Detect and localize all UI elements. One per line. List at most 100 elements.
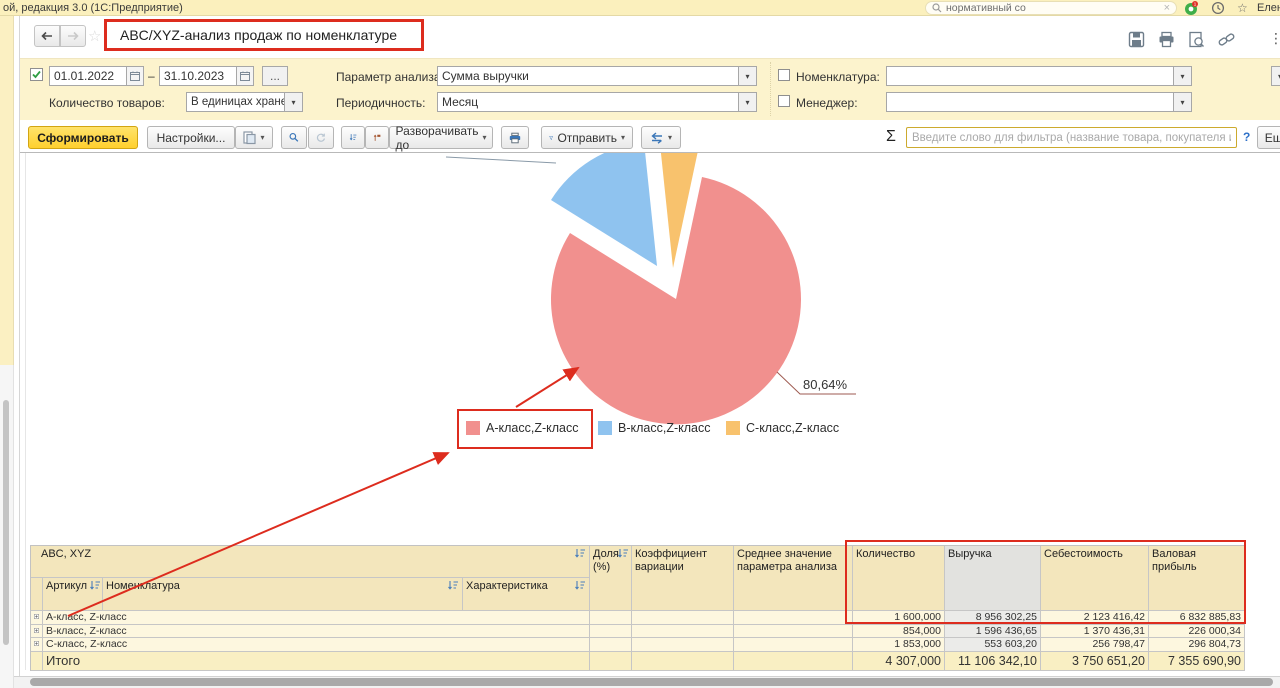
- sort-icon[interactable]: [447, 580, 459, 591]
- nomenclature-field[interactable]: [886, 66, 1174, 86]
- row-c-name[interactable]: C-класс, Z-класс: [43, 638, 590, 652]
- sort-icon[interactable]: [89, 580, 101, 591]
- horizontal-scrollbar-thumb[interactable]: [30, 678, 1273, 686]
- row-c-revenue[interactable]: 553 603,20: [945, 638, 1041, 652]
- row-c-cost[interactable]: 256 798,47: [1041, 638, 1149, 652]
- column-header-profit[interactable]: Валовая прибыль: [1149, 546, 1245, 611]
- column-header-cost[interactable]: Себестоимость: [1041, 546, 1149, 611]
- nomenclature-caret[interactable]: ▾: [1174, 66, 1192, 86]
- row-b-qty[interactable]: 854,000: [853, 624, 945, 638]
- expand-row-button[interactable]: [31, 638, 43, 652]
- row-a-coeff[interactable]: [632, 611, 734, 625]
- row-b-name[interactable]: B-класс, Z-класс: [43, 624, 590, 638]
- row-b-profit[interactable]: 226 000,34: [1149, 624, 1245, 638]
- column-header-abc-xyz[interactable]: ABC, XYZ: [31, 546, 590, 578]
- vertical-scrollbar-thumb[interactable]: [3, 400, 9, 645]
- app-notification-icon[interactable]: 1: [1184, 1, 1198, 15]
- periodicity-select[interactable]: Месяц: [437, 92, 739, 112]
- link-icon[interactable]: [1218, 31, 1235, 48]
- search-input-value[interactable]: нормативный со: [946, 2, 1164, 14]
- row-a-profit[interactable]: 6 832 885,83: [1149, 611, 1245, 625]
- favorites-star-icon[interactable]: ☆: [1237, 1, 1251, 15]
- date-to-field[interactable]: 31.10.2023: [159, 66, 237, 86]
- settings-button[interactable]: Настройки...: [147, 126, 235, 149]
- print-icon[interactable]: [1158, 31, 1175, 48]
- collapse-groups-button[interactable]: [341, 126, 365, 149]
- legend-item-b-class[interactable]: B-класс,Z-класс: [598, 421, 710, 435]
- total-label[interactable]: Итого: [43, 651, 590, 671]
- sort-icon[interactable]: [617, 548, 629, 559]
- global-search-box[interactable]: нормативный со ×: [925, 1, 1177, 15]
- expand-to-button[interactable]: Разворачивать до ▾: [389, 124, 493, 152]
- forward-button[interactable]: [60, 25, 86, 47]
- period-checkbox[interactable]: [30, 68, 43, 81]
- row-c-qty[interactable]: 1 853,000: [853, 638, 945, 652]
- row-a-cost[interactable]: 2 123 416,42: [1041, 611, 1149, 625]
- row-a-avg[interactable]: [734, 611, 853, 625]
- row-a-qty[interactable]: 1 600,000: [853, 611, 945, 625]
- quantity-units-caret[interactable]: ▾: [285, 92, 303, 112]
- column-header-nomenclature[interactable]: Номенклатура: [103, 578, 463, 611]
- save-icon[interactable]: [1128, 31, 1145, 48]
- row-a-name[interactable]: A-класс, Z-класс: [43, 611, 590, 625]
- date-from-calendar-button[interactable]: [127, 66, 144, 86]
- expand-groups-button[interactable]: [365, 126, 389, 149]
- expand-row-button[interactable]: [31, 624, 43, 638]
- more-menu-kebab-icon[interactable]: ⋮: [1269, 30, 1280, 47]
- total-qty[interactable]: 4 307,000: [853, 651, 945, 671]
- total-revenue[interactable]: 11 106 342,10: [945, 651, 1041, 671]
- row-a-revenue[interactable]: 8 956 302,25: [945, 611, 1041, 625]
- manager-caret[interactable]: ▾: [1174, 92, 1192, 112]
- row-b-share[interactable]: [590, 624, 632, 638]
- clear-search-icon[interactable]: ×: [1164, 2, 1170, 14]
- legend-item-a-class[interactable]: A-класс,Z-класс: [466, 421, 578, 435]
- history-icon[interactable]: [1211, 1, 1225, 15]
- sort-icon[interactable]: [574, 580, 586, 591]
- report-variants-button[interactable]: ▾: [235, 126, 273, 149]
- column-header-revenue[interactable]: Выручка: [945, 546, 1041, 611]
- row-a-share[interactable]: [590, 611, 632, 625]
- back-button[interactable]: [34, 25, 60, 47]
- preview-icon[interactable]: [1188, 31, 1205, 48]
- send-button[interactable]: Отправить ▾: [541, 126, 633, 149]
- more-button[interactable]: Ещё: [1257, 126, 1280, 149]
- row-c-coeff[interactable]: [632, 638, 734, 652]
- total-avg[interactable]: [734, 651, 853, 671]
- exchange-button[interactable]: ▾: [641, 126, 681, 149]
- row-b-revenue[interactable]: 1 596 436,65: [945, 624, 1041, 638]
- edge-cut-caret-button[interactable]: ▾: [1271, 66, 1280, 86]
- row-c-share[interactable]: [590, 638, 632, 652]
- nomenclature-checkbox[interactable]: [778, 69, 790, 81]
- periodicity-caret[interactable]: ▾: [739, 92, 757, 112]
- column-header-characteristic[interactable]: Характеристика: [463, 578, 590, 611]
- period-variants-button[interactable]: ...: [262, 66, 288, 86]
- quick-filter-input[interactable]: [906, 127, 1237, 148]
- generate-button[interactable]: Сформировать: [28, 126, 138, 149]
- sort-icon[interactable]: [574, 548, 586, 559]
- column-header-average[interactable]: Среднее значение параметра анализа: [734, 546, 853, 611]
- total-profit[interactable]: 7 355 690,90: [1149, 651, 1245, 671]
- total-cost[interactable]: 3 750 651,20: [1041, 651, 1149, 671]
- analysis-parameter-caret[interactable]: ▾: [739, 66, 757, 86]
- date-to-calendar-button[interactable]: [237, 66, 254, 86]
- legend-item-c-class[interactable]: C-класс,Z-класс: [726, 421, 839, 435]
- manager-field[interactable]: [886, 92, 1174, 112]
- find-button[interactable]: [281, 126, 307, 149]
- row-b-coeff[interactable]: [632, 624, 734, 638]
- row-b-cost[interactable]: 1 370 436,31: [1041, 624, 1149, 638]
- help-link[interactable]: ?: [1243, 130, 1250, 144]
- quantity-units-select[interactable]: В единицах хранения: [186, 92, 285, 112]
- cancel-search-button[interactable]: [308, 126, 334, 149]
- column-header-quantity[interactable]: Количество: [853, 546, 945, 611]
- manager-checkbox[interactable]: [778, 95, 790, 107]
- row-c-profit[interactable]: 296 804,73: [1149, 638, 1245, 652]
- user-name[interactable]: Елен: [1257, 2, 1280, 14]
- pin-star-icon[interactable]: ☆: [88, 27, 101, 45]
- column-header-share[interactable]: Доля (%): [590, 546, 632, 611]
- row-b-avg[interactable]: [734, 624, 853, 638]
- analysis-parameter-select[interactable]: Сумма выручки: [437, 66, 739, 86]
- date-from-field[interactable]: 01.01.2022: [49, 66, 127, 86]
- row-c-avg[interactable]: [734, 638, 853, 652]
- total-coeff[interactable]: [632, 651, 734, 671]
- print-button[interactable]: [501, 126, 529, 149]
